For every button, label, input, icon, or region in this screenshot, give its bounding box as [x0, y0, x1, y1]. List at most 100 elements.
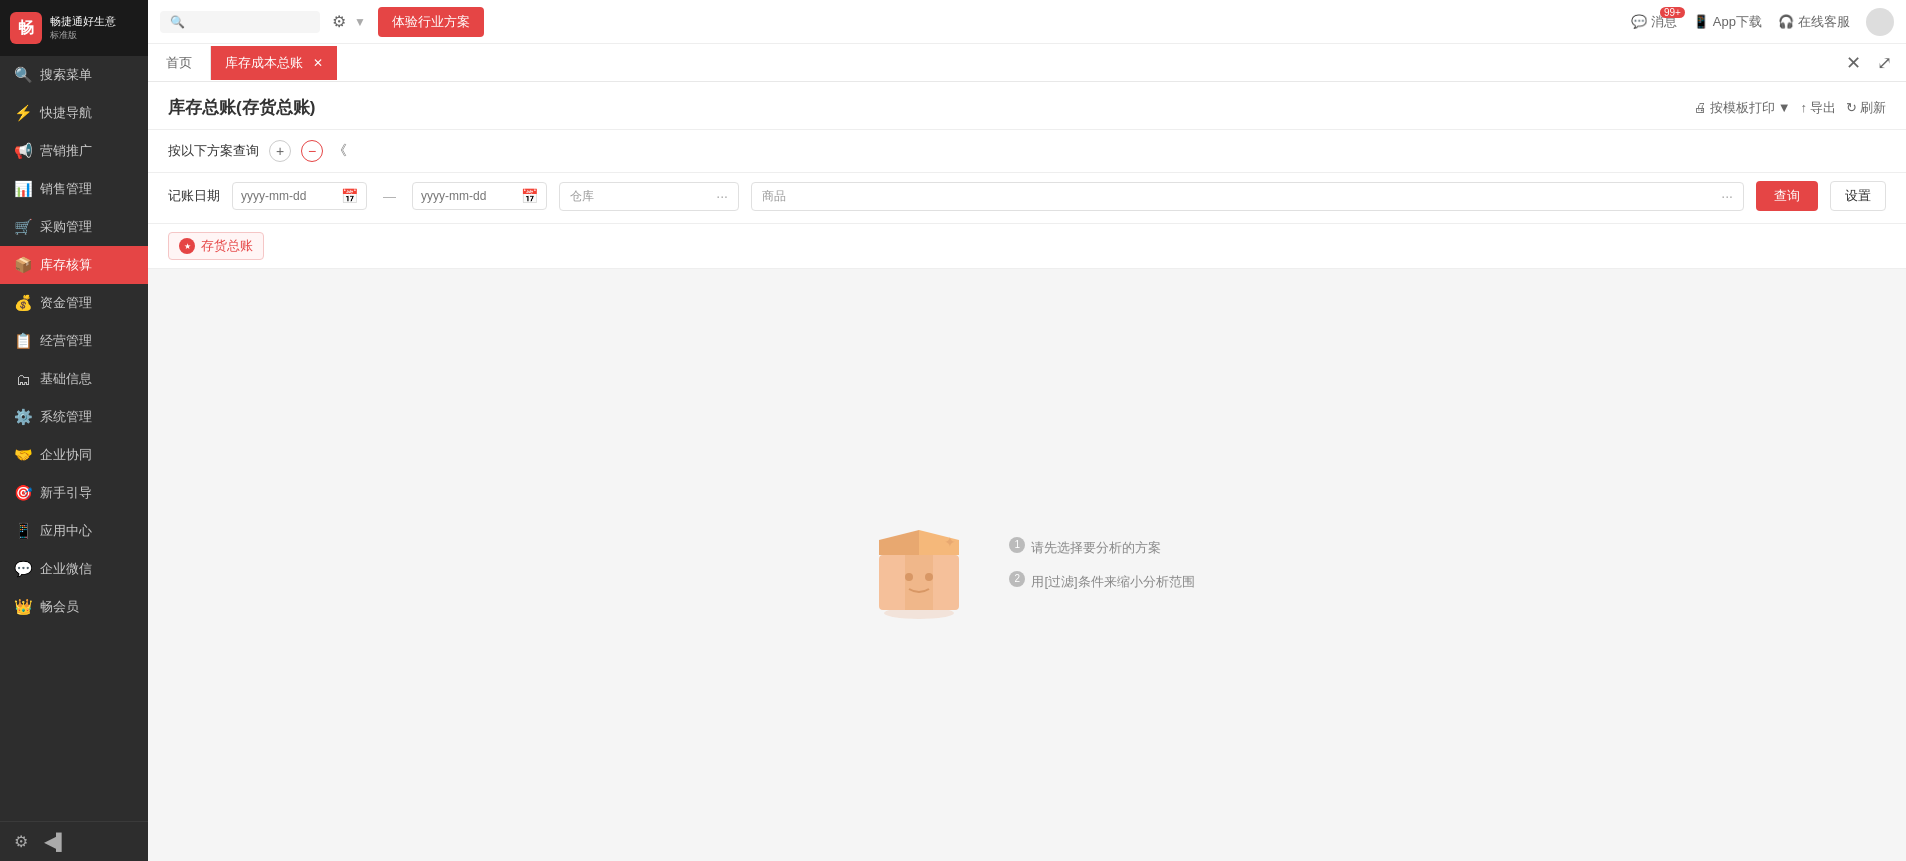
tab-home[interactable]: 首页 — [148, 46, 211, 80]
sidebar-item-search[interactable]: 🔍 搜索菜单 — [0, 56, 148, 94]
sidebar-item-system[interactable]: ⚙️ 系统管理 — [0, 398, 148, 436]
sidebar-item-wechat[interactable]: 💬 企业微信 — [0, 550, 148, 588]
sidebar-item-label: 采购管理 — [40, 218, 92, 236]
printer-icon: 🖨 — [1694, 100, 1707, 115]
main-content: 🔍 ⚙ ▼ 体验行业方案 💬 消息 99+ 📱 App下载 🎧 在线客服 首页 — [148, 0, 1906, 861]
warehouse-select[interactable]: 仓库 ··· — [559, 182, 739, 211]
tab-close-icon[interactable]: ✕ — [313, 56, 323, 70]
empty-state: ✦ · 1 请先选择要分析的方案 2 用[过滤]条件来缩小分析范围 — [148, 269, 1906, 861]
date-start-input[interactable] — [233, 184, 333, 208]
scheme-bar: ★ 存货总账 — [148, 224, 1906, 269]
trial-button[interactable]: 体验行业方案 — [378, 7, 484, 37]
scheme-icon: ★ — [179, 238, 195, 254]
sidebar-item-label: 搜索菜单 — [40, 66, 92, 84]
svg-text:✦: ✦ — [944, 534, 956, 550]
basic-icon: 🗂 — [14, 371, 32, 388]
enterprise-icon: 🤝 — [14, 446, 32, 464]
date-start-input-wrap: 📅 — [232, 182, 367, 210]
sidebar-item-label: 营销推广 — [40, 142, 92, 160]
sidebar-item-finance[interactable]: 💰 资金管理 — [0, 284, 148, 322]
sidebar-item-vip[interactable]: 👑 畅会员 — [0, 588, 148, 626]
filter-row: 记账日期 📅 — 📅 仓库 ··· 商品 ··· 查询 设置 — [148, 173, 1906, 224]
wechat-icon: 💬 — [14, 560, 32, 578]
sidebar-item-sales[interactable]: 📊 销售管理 — [0, 170, 148, 208]
tab-expand-btn[interactable]: ⤢ — [1871, 50, 1898, 76]
svg-text:★: ★ — [184, 242, 191, 251]
calendar-end-icon[interactable]: 📅 — [513, 183, 546, 209]
sidebar-item-label: 新手引导 — [40, 484, 92, 502]
print-button[interactable]: 🖨 按模板打印 ▼ — [1694, 99, 1791, 117]
empty-tip2: 用[过滤]条件来缩小分析范围 — [1031, 569, 1194, 595]
refresh-button[interactable]: ↻ 刷新 — [1846, 99, 1886, 117]
sidebar-item-label: 企业协同 — [40, 446, 92, 464]
tabbar: 首页 库存成本总账 ✕ ✕ ⤢ — [148, 44, 1906, 82]
sidebar-item-basic[interactable]: 🗂 基础信息 — [0, 360, 148, 398]
empty-tips: 1 请先选择要分析的方案 2 用[过滤]条件来缩小分析范围 — [1009, 535, 1194, 595]
search-bar[interactable]: 🔍 — [160, 11, 320, 33]
sidebar-collapse-icon[interactable]: ◀▌ — [44, 832, 67, 851]
warehouse-more-icon[interactable]: ··· — [716, 188, 728, 204]
message-icon: 💬 — [1631, 14, 1647, 29]
page-title: 库存总账(存货总账) — [168, 96, 315, 119]
vip-icon: 👑 — [14, 598, 32, 616]
user-avatar[interactable] — [1866, 8, 1894, 36]
product-select[interactable]: 商品 ··· — [751, 182, 1744, 211]
export-icon: ↑ — [1801, 100, 1808, 115]
step2-num: 2 — [1009, 571, 1025, 587]
sidebar-item-inventory[interactable]: 📦 库存核算 — [0, 246, 148, 284]
sidebar-item-newguide[interactable]: 🎯 新手引导 — [0, 474, 148, 512]
sidebar-item-purchase[interactable]: 🛒 采购管理 — [0, 208, 148, 246]
filter-collapse-icon[interactable]: 《 — [333, 142, 347, 160]
filter-minus-button[interactable]: − — [301, 140, 323, 162]
message-button[interactable]: 💬 消息 99+ — [1631, 13, 1677, 31]
export-button[interactable]: ↑ 导出 — [1801, 99, 1837, 117]
page-header: 库存总账(存货总账) 🖨 按模板打印 ▼ ↑ 导出 ↻ 刷新 — [148, 82, 1906, 130]
app-download-button[interactable]: 📱 App下载 — [1693, 13, 1762, 31]
sidebar-item-operations[interactable]: 📋 经营管理 — [0, 322, 148, 360]
system-icon: ⚙️ — [14, 408, 32, 426]
topbar-chevron-icon[interactable]: ▼ — [354, 15, 366, 29]
empty-illustration: ✦ · — [859, 505, 979, 625]
settings-gear-icon[interactable]: ⚙ — [14, 832, 28, 851]
empty-tip1: 请先选择要分析的方案 — [1031, 535, 1161, 561]
filter-label: 按以下方案查询 — [168, 142, 259, 160]
sidebar-item-label: 经营管理 — [40, 332, 92, 350]
topbar: 🔍 ⚙ ▼ 体验行业方案 💬 消息 99+ 📱 App下载 🎧 在线客服 — [148, 0, 1906, 44]
product-more-icon[interactable]: ··· — [1721, 188, 1733, 204]
warehouse-placeholder: 仓库 — [570, 188, 594, 205]
svg-text:·: · — [884, 536, 887, 547]
sidebar-item-apps[interactable]: 📱 应用中心 — [0, 512, 148, 550]
marketing-icon: 📢 — [14, 142, 32, 160]
tab-close-btn[interactable]: ✕ — [1840, 50, 1867, 76]
tab-inventory-ledger[interactable]: 库存成本总账 ✕ — [211, 46, 337, 80]
topbar-gear-icon[interactable]: ⚙ — [332, 12, 346, 31]
sidebar-footer: ⚙ ◀▌ — [0, 821, 148, 861]
shortcuts-icon: ⚡ — [14, 104, 32, 122]
product-placeholder: 商品 — [762, 188, 786, 205]
query-button[interactable]: 查询 — [1756, 181, 1818, 211]
print-dropdown-icon[interactable]: ▼ — [1778, 100, 1791, 115]
scheme-item[interactable]: ★ 存货总账 — [168, 232, 264, 260]
page-actions: 🖨 按模板打印 ▼ ↑ 导出 ↻ 刷新 — [1694, 99, 1886, 117]
search-bar-icon: 🔍 — [170, 15, 185, 29]
filter-add-button[interactable]: + — [269, 140, 291, 162]
operations-icon: 📋 — [14, 332, 32, 350]
headset-icon: 🎧 — [1778, 14, 1794, 29]
sidebar-item-enterprise[interactable]: 🤝 企业协同 — [0, 436, 148, 474]
newguide-icon: 🎯 — [14, 484, 32, 502]
app-download-label: App下载 — [1713, 13, 1762, 31]
search-icon: 🔍 — [14, 66, 32, 84]
settings-button[interactable]: 设置 — [1830, 181, 1886, 211]
sidebar-item-label: 资金管理 — [40, 294, 92, 312]
apps-icon: 📱 — [14, 522, 32, 540]
online-service-button[interactable]: 🎧 在线客服 — [1778, 13, 1850, 31]
date-end-input[interactable] — [413, 184, 513, 208]
date-end-input-wrap: 📅 — [412, 182, 547, 210]
tab-label: 库存成本总账 — [225, 54, 303, 72]
inventory-icon: 📦 — [14, 256, 32, 274]
date-filter-label: 记账日期 — [168, 187, 220, 205]
sidebar-item-marketing[interactable]: 📢 营销推广 — [0, 132, 148, 170]
calendar-start-icon[interactable]: 📅 — [333, 183, 366, 209]
svg-point-10 — [925, 573, 933, 581]
sidebar-item-shortcuts[interactable]: ⚡ 快捷导航 — [0, 94, 148, 132]
